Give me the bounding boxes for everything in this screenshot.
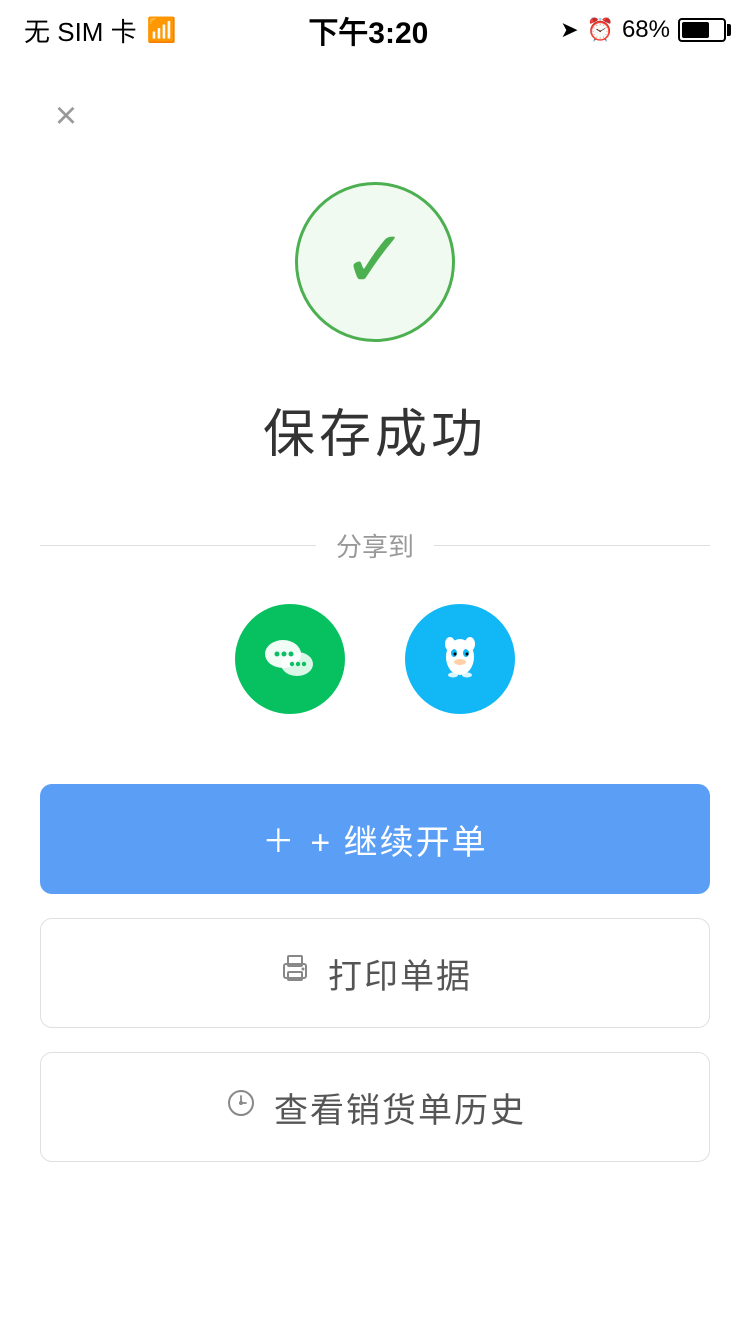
status-left: 无 SIM 卡 📶: [24, 12, 177, 49]
battery-icon: [678, 18, 726, 42]
success-title: 保存成功: [263, 392, 487, 467]
share-divider: 分享到: [40, 527, 710, 564]
divider-left: [40, 545, 316, 546]
alarm-icon: ⏰: [587, 17, 614, 43]
divider-right: [434, 545, 710, 546]
success-circle: ✓: [295, 182, 455, 342]
status-bar: 无 SIM 卡 📶 下午3:20 ➤ ⏰ 68%: [0, 0, 750, 60]
close-icon: ×: [55, 97, 77, 135]
close-button[interactable]: ×: [40, 90, 92, 142]
wifi-icon: 📶: [147, 16, 177, 45]
action-buttons: ＋ + 继续开单 打印单据: [40, 784, 710, 1162]
print-button[interactable]: 打印单据: [40, 918, 710, 1028]
status-time: 下午3:20: [308, 8, 428, 52]
continue-icon: ＋: [262, 816, 294, 862]
continue-button[interactable]: ＋ + 继续开单: [40, 784, 710, 894]
sim-label: 无 SIM 卡: [24, 12, 137, 49]
share-qq-button[interactable]: [405, 604, 515, 714]
main-content: × ✓ 保存成功 分享到: [0, 60, 750, 1202]
qq-icon: [430, 629, 490, 689]
print-icon: [278, 952, 312, 994]
print-label: 打印单据: [328, 949, 472, 998]
history-icon: [224, 1086, 258, 1128]
share-label: 分享到: [336, 527, 414, 564]
history-button[interactable]: 查看销货单历史: [40, 1052, 710, 1162]
location-icon: ➤: [560, 17, 578, 43]
close-button-row: ×: [40, 90, 710, 142]
share-wechat-button[interactable]: [235, 604, 345, 714]
history-label: 查看销货单历史: [274, 1083, 526, 1132]
checkmark-icon: ✓: [341, 220, 408, 300]
continue-label: + 继续开单: [310, 815, 487, 864]
status-right: ➤ ⏰ 68%: [560, 16, 726, 44]
wechat-icon: [257, 626, 323, 692]
share-icons-row: [235, 604, 515, 714]
battery-percent: 68%: [622, 16, 670, 44]
